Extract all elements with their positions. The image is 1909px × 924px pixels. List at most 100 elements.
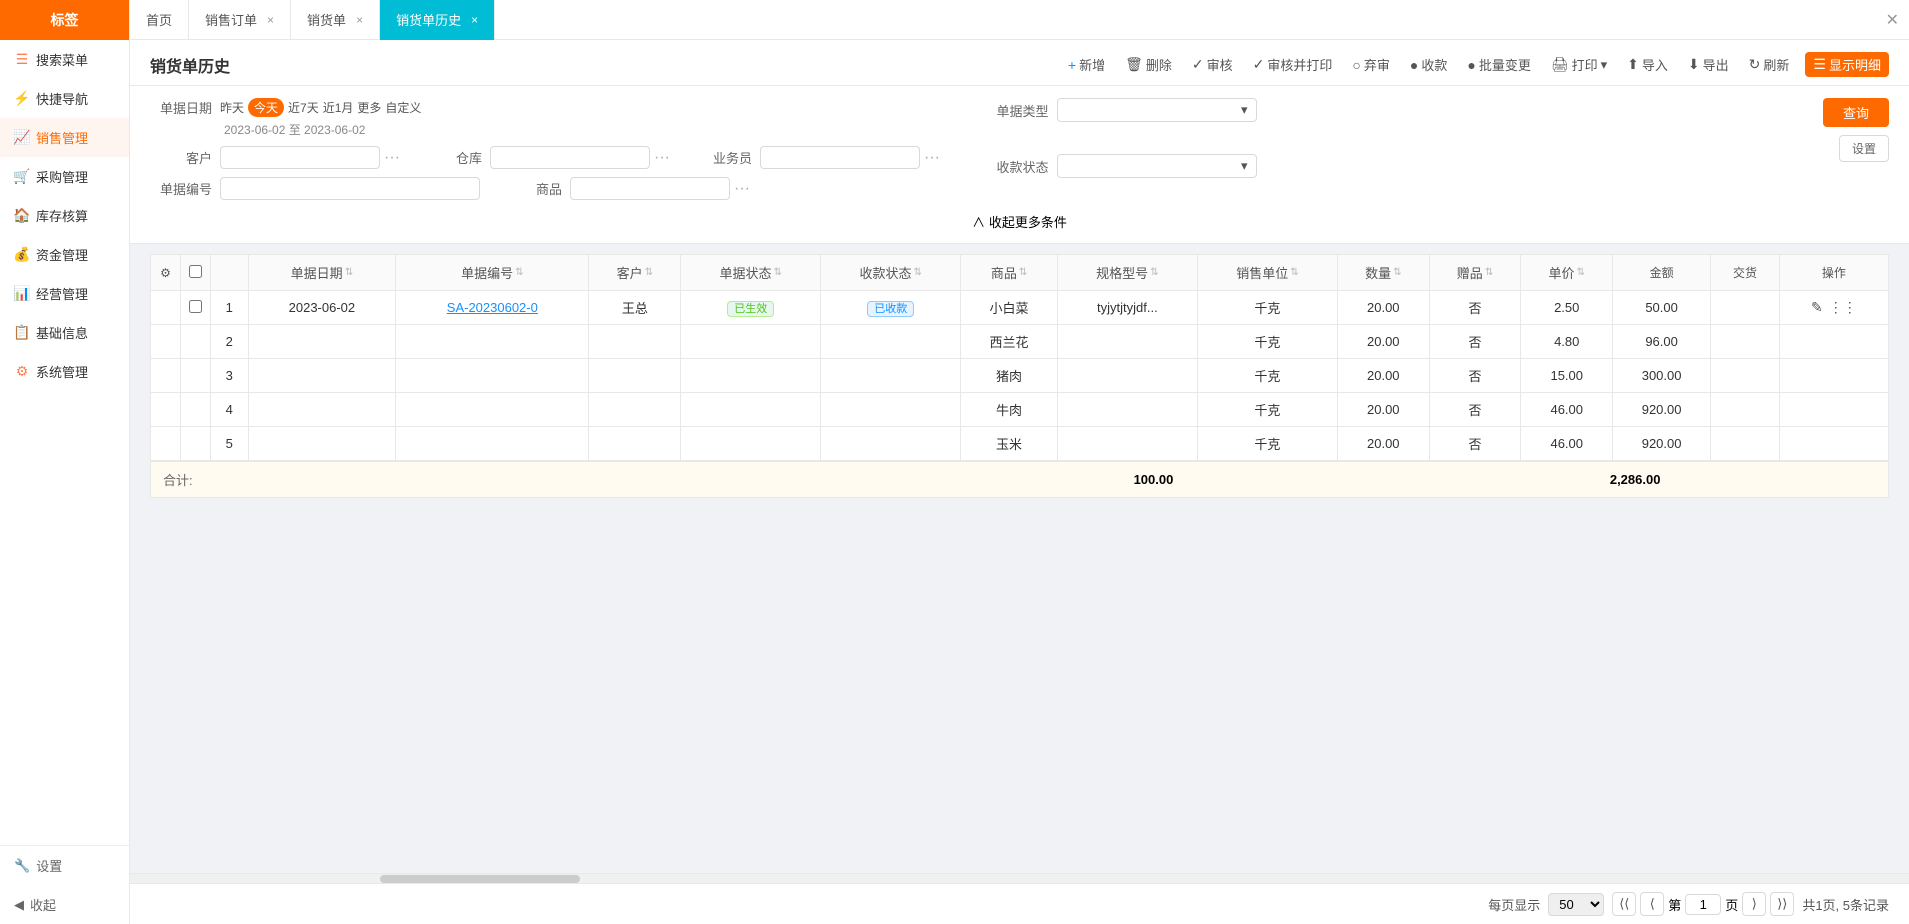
scrollbar-area[interactable] xyxy=(130,873,1909,883)
toolbar-export-btn[interactable]: ⬇ 导出 xyxy=(1684,53,1733,76)
tab-home[interactable]: 首页 xyxy=(130,0,189,40)
toolbar-new-btn[interactable]: + 新增 xyxy=(1064,53,1109,76)
edit-icon[interactable]: ✎ xyxy=(1811,299,1823,316)
toolbar-delete-btn[interactable]: 🗑 删除 xyxy=(1121,53,1176,76)
summary-amount: 2,286.00 xyxy=(1394,472,1876,487)
collapse-arrow: ∧ xyxy=(972,215,985,230)
cell-qty: 20.00 xyxy=(1337,393,1429,427)
payment-label: 收款状态 xyxy=(987,157,1057,176)
agent-input[interactable] xyxy=(760,146,920,169)
cell-action xyxy=(1779,427,1888,461)
collect-icon: ● xyxy=(1410,57,1418,73)
warehouse-input[interactable] xyxy=(490,146,650,169)
sidebar-item-quick-nav[interactable]: ⚡ 快捷导航 xyxy=(0,79,129,118)
col-docno[interactable]: 单据编号⇅ xyxy=(396,255,589,291)
page-size-select[interactable]: 50 100 200 xyxy=(1548,893,1604,916)
sidebar-item-search-menu[interactable]: ☰ 搜索菜单 xyxy=(0,40,129,79)
page-next-btn[interactable]: ⟩ xyxy=(1742,892,1766,916)
sidebar-item-sys-mgmt[interactable]: ⚙ 系统管理 xyxy=(0,352,129,391)
date-shortcuts: 昨天 今天 近7天 近1月 更多 自定义 xyxy=(220,98,421,117)
tab-sales-history-close[interactable]: × xyxy=(471,13,478,27)
new-icon: + xyxy=(1068,57,1076,73)
tab-sales-order-close[interactable]: × xyxy=(267,13,274,27)
col-gear[interactable]: ⚙ xyxy=(151,255,181,291)
col-unit[interactable]: 销售单位⇅ xyxy=(1197,255,1337,291)
col-check[interactable] xyxy=(181,255,211,291)
customer-dots[interactable]: ··· xyxy=(384,149,400,167)
col-unitprice[interactable]: 单价⇅ xyxy=(1521,255,1613,291)
doctype-select[interactable]: ▾ xyxy=(1057,98,1257,122)
cell-check[interactable] xyxy=(181,291,211,325)
date-btn-custom[interactable]: 自定义 xyxy=(385,99,421,116)
tab-bar-close[interactable]: ✕ xyxy=(1886,10,1909,30)
sidebar-item-fund-mgmt[interactable]: 💰 资金管理 xyxy=(0,235,129,274)
agent-dots[interactable]: ··· xyxy=(924,149,940,167)
sidebar-item-ops-mgmt[interactable]: 📊 经营管理 xyxy=(0,274,129,313)
cell-spec: tyjytjtyjdf... xyxy=(1057,291,1197,325)
sidebar-bottom-settings[interactable]: 🔧 设置 xyxy=(0,846,129,885)
col-goods[interactable]: 商品⇅ xyxy=(961,255,1058,291)
col-docstatus[interactable]: 单据状态⇅ xyxy=(681,255,821,291)
row-check[interactable] xyxy=(189,300,202,313)
toolbar-collect-btn[interactable]: ● 收款 xyxy=(1406,53,1451,76)
goods-input[interactable] xyxy=(570,177,730,200)
sidebar-item-basic-info[interactable]: 📋 基础信息 xyxy=(0,313,129,352)
page-number-input[interactable] xyxy=(1685,894,1721,915)
cell-docdate: 2023-06-02 xyxy=(248,291,396,325)
warehouse-dots[interactable]: ··· xyxy=(654,149,670,167)
query-button[interactable]: 查询 xyxy=(1823,98,1889,127)
toolbar-import-btn[interactable]: ⬆ 导入 xyxy=(1623,53,1672,76)
page-last-btn[interactable]: ⟩⟩ xyxy=(1770,892,1794,916)
cell-docno[interactable]: SA-20230602-0 xyxy=(396,291,589,325)
cell-unit: 千克 xyxy=(1197,359,1337,393)
payment-select[interactable]: ▾ xyxy=(1057,154,1257,178)
scrollbar-thumb[interactable] xyxy=(380,875,580,883)
cell-check[interactable] xyxy=(181,359,211,393)
setting-button[interactable]: 设置 xyxy=(1839,135,1889,162)
sidebar-item-label: 快捷导航 xyxy=(36,89,88,108)
check-all[interactable] xyxy=(189,265,202,278)
cell-check[interactable] xyxy=(181,325,211,359)
date-btn-7days[interactable]: 近7天 xyxy=(288,99,319,116)
tab-sales-order[interactable]: 销售订单 × xyxy=(189,0,291,40)
cell-check[interactable] xyxy=(181,427,211,461)
date-btn-today[interactable]: 今天 xyxy=(248,98,284,117)
customer-input[interactable] xyxy=(220,146,380,169)
toolbar-abandon-btn[interactable]: ○ 弃审 xyxy=(1348,53,1393,76)
toolbar-audit-print-btn[interactable]: ✓ 审核并打印 xyxy=(1249,53,1337,76)
cell-docno xyxy=(396,359,589,393)
tab-sales-history[interactable]: 销货单历史 × xyxy=(380,0,495,40)
toolbar-audit-btn[interactable]: ✓ 审核 xyxy=(1188,53,1237,76)
date-range-text: 2023-06-02 至 2023-06-02 xyxy=(224,121,365,138)
sidebar-item-inventory-calc[interactable]: 🏠 库存核算 xyxy=(0,196,129,235)
col-gift[interactable]: 赠品⇅ xyxy=(1429,255,1521,291)
sidebar-item-purchase-mgmt[interactable]: 🛒 采购管理 xyxy=(0,157,129,196)
date-btn-more[interactable]: 更多 xyxy=(357,99,381,116)
col-qty[interactable]: 数量⇅ xyxy=(1337,255,1429,291)
page-prev-btn[interactable]: ⟨ xyxy=(1640,892,1664,916)
toolbar-show-details-btn[interactable]: ☰ 显示明细 xyxy=(1805,52,1889,77)
tab-sales-goods[interactable]: 销货单 × xyxy=(291,0,380,40)
filter-collapse-btn[interactable]: ∧ 收起更多条件 xyxy=(150,212,1889,231)
docno-input[interactable] xyxy=(220,177,480,200)
date-btn-1month[interactable]: 近1月 xyxy=(323,99,354,116)
col-paymentstatus[interactable]: 收款状态⇅ xyxy=(821,255,961,291)
goods-dots[interactable]: ··· xyxy=(734,180,750,198)
sidebar-bottom-collapse[interactable]: ◀ 收起 xyxy=(0,885,129,924)
sidebar-item-sales-mgmt[interactable]: 📈 销售管理 xyxy=(0,118,129,157)
col-customer[interactable]: 客户⇅ xyxy=(589,255,681,291)
col-spec[interactable]: 规格型号⇅ xyxy=(1057,255,1197,291)
page-first-btn[interactable]: ⟨⟨ xyxy=(1612,892,1636,916)
date-btn-yesterday[interactable]: 昨天 xyxy=(220,99,244,116)
toolbar-refresh-btn[interactable]: ↻ 刷新 xyxy=(1745,53,1794,76)
col-docdate[interactable]: 单据日期⇅ xyxy=(248,255,396,291)
cell-check[interactable] xyxy=(181,393,211,427)
doc-no-link[interactable]: SA-20230602-0 xyxy=(447,300,538,315)
page-info: 共1页, 5条记录 xyxy=(1802,895,1889,914)
toolbar-batch-change-btn[interactable]: ● 批量变更 xyxy=(1463,53,1534,76)
toolbar-print-btn[interactable]: 🖨 打印 ▾ xyxy=(1547,53,1611,76)
more-icon[interactable]: ⋮⋮ xyxy=(1829,299,1857,316)
table-area: ⚙ 单据日期⇅ 单据编号⇅ 客户⇅ 单据状态⇅ 收款状态⇅ 商品⇅ 规格型号⇅ … xyxy=(130,244,1909,873)
tab-sales-goods-close[interactable]: × xyxy=(356,13,363,27)
cell-goods: 小白菜 xyxy=(961,291,1058,325)
